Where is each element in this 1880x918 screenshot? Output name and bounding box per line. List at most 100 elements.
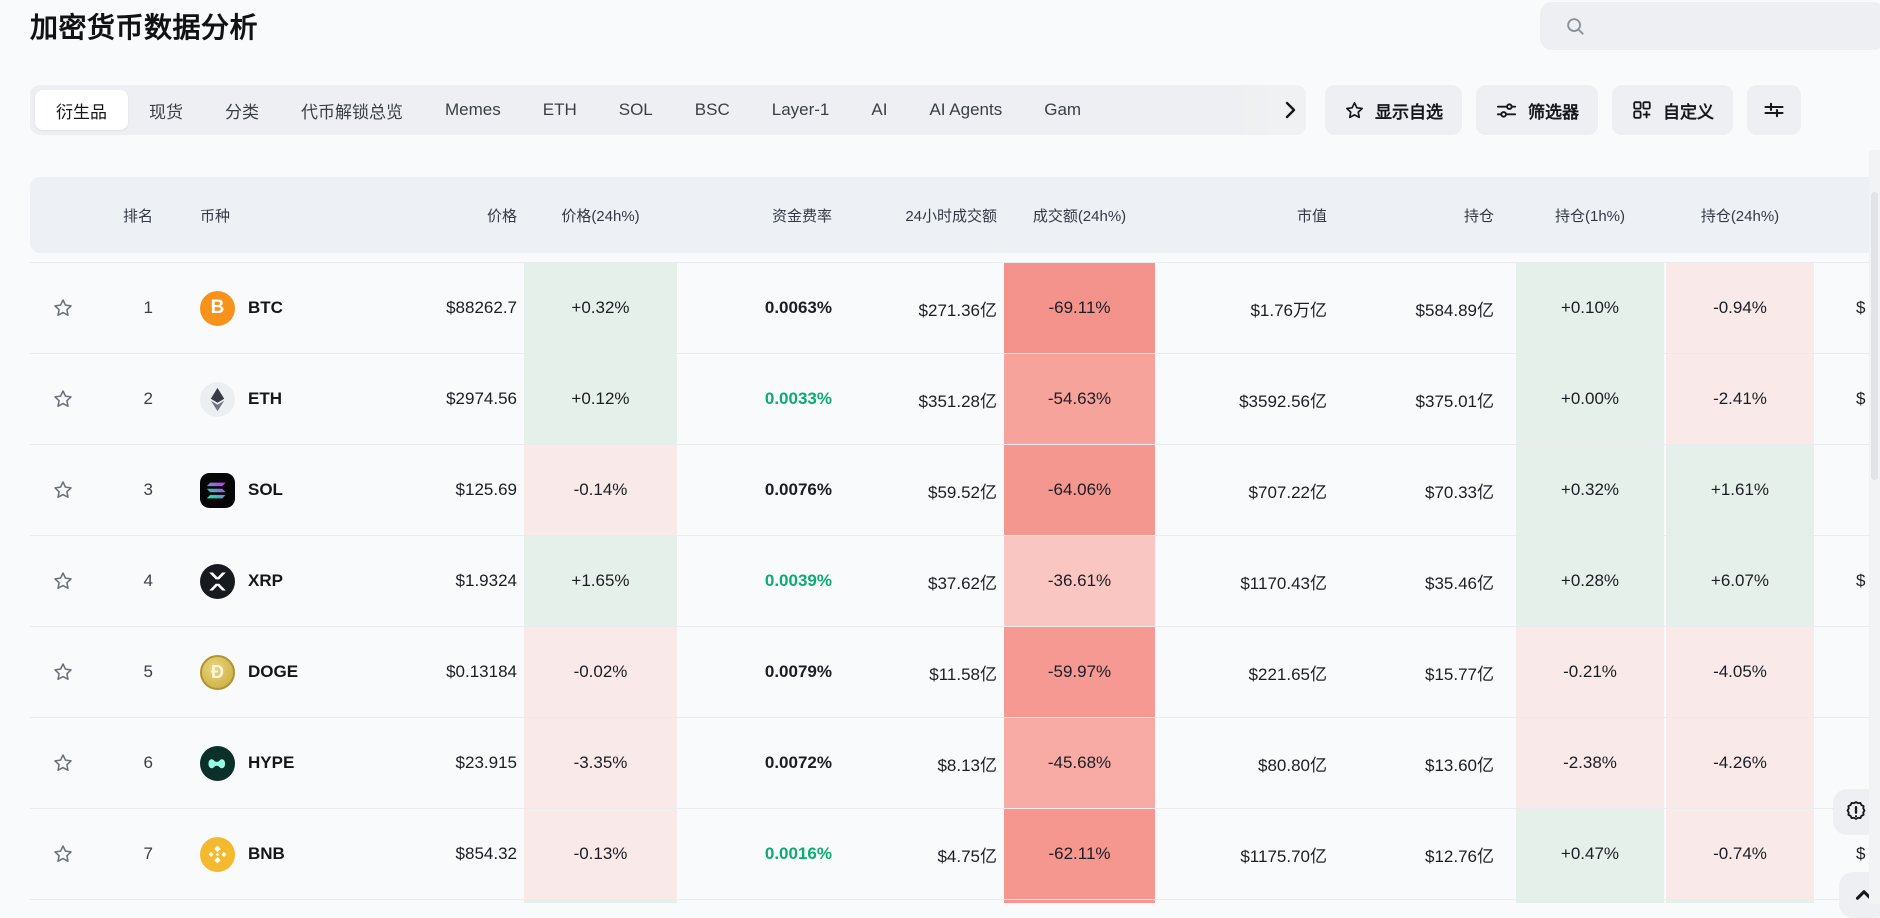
scrollbar-thumb[interactable]	[1871, 192, 1878, 480]
favorite-star-icon[interactable]	[46, 473, 80, 507]
table-header-row: 排名币种价格价格(24h%)资金费率24小时成交额成交额(24h%)市值持仓持仓…	[30, 177, 1880, 253]
star-icon	[1344, 100, 1365, 121]
search-input[interactable]	[1540, 2, 1880, 50]
tab-spot[interactable]: 现货	[128, 90, 204, 130]
open-interest-cell: $70.33亿	[1327, 445, 1494, 535]
funding-rate-cell: 0.0063%	[677, 263, 832, 353]
volume-change-24h-cell: -62.11%	[1004, 809, 1155, 899]
tab-derivatives[interactable]: 衍生品	[35, 90, 128, 130]
favorite-star-icon[interactable]	[46, 837, 80, 871]
volume-change-24h-cell: -59.97%	[1004, 627, 1155, 717]
table-row-xrp[interactable]: 4XRP$1.9324+1.65%0.0039%$37.62亿-36.61%$1…	[30, 535, 1880, 626]
tab-gaming[interactable]: Gam	[1023, 90, 1102, 130]
price-change-24h-cell: -0.14%	[524, 445, 677, 535]
column-header[interactable]: 币种	[165, 177, 370, 253]
gap	[1494, 809, 1516, 899]
coin-cell: SOL	[165, 445, 370, 535]
table-row-bnb[interactable]: 7BNB$854.32-0.13%0.0016%$4.75亿-62.11%$11…	[30, 808, 1880, 899]
tab-ai[interactable]: AI	[850, 90, 908, 130]
gap	[517, 445, 524, 535]
gap	[997, 718, 1004, 808]
oi-change-1h-cell: +0.10%	[1516, 263, 1664, 353]
oi-change-1h-cell: +0.28%	[1516, 536, 1664, 626]
oi-change-24h-cell: +6.07%	[1666, 536, 1814, 626]
volume-24h-cell: $8.13亿	[832, 718, 997, 808]
search-text-field[interactable]	[1596, 17, 1826, 35]
column-header[interactable]: 价格(24h%)	[524, 177, 677, 253]
column-header[interactable]: 价格	[370, 177, 517, 253]
rank-cell: 4	[95, 536, 165, 626]
btc-icon: B	[200, 291, 235, 326]
market-cap-cell: $1.76万亿	[1155, 263, 1327, 353]
filter-button[interactable]: 筛选器	[1476, 85, 1598, 135]
table-row-doge[interactable]: 5ÐDOGE$0.13184-0.02%0.0079%$11.58亿-59.97…	[30, 626, 1880, 717]
table-body: 1BBTC$88262.7+0.32%0.0063%$271.36亿-69.11…	[30, 262, 1880, 903]
customize-button[interactable]: 自定义	[1612, 85, 1733, 135]
price-cell: $1.9324	[370, 536, 517, 626]
table-row-hype[interactable]: 6HYPE$23.915-3.35%0.0072%$8.13亿-45.68%$8…	[30, 717, 1880, 808]
column-header[interactable]: 排名	[95, 177, 165, 253]
market-cap-cell: $221.65亿	[1155, 627, 1327, 717]
coin-cell: HYPE	[165, 718, 370, 808]
table-row-eth[interactable]: 2ETH$2974.56+0.12%0.0033%$351.28亿-54.63%…	[30, 353, 1880, 444]
tabs-scroll-right-icon[interactable]	[1278, 98, 1302, 122]
tab-eth[interactable]: ETH	[522, 90, 598, 130]
coin-symbol: BTC	[248, 298, 283, 318]
column-header[interactable]: 24小时成交额	[832, 177, 997, 253]
doge-icon: Ð	[200, 655, 235, 690]
favorite-star-icon[interactable]	[46, 382, 80, 416]
page-title: 加密货币数据分析	[30, 6, 258, 46]
favorite-cell	[30, 263, 95, 353]
tab-categories[interactable]: 分类	[204, 90, 280, 130]
funding-rate-cell: 0.0039%	[677, 536, 832, 626]
gap	[997, 445, 1004, 535]
column-header[interactable]: 资金费率	[677, 177, 832, 253]
gap	[997, 627, 1004, 717]
price-change-24h-cell: +0.12%	[524, 354, 677, 444]
sol-icon	[200, 473, 235, 508]
table-row-btc[interactable]: 1BBTC$88262.7+0.32%0.0063%$271.36亿-69.11…	[30, 262, 1880, 353]
favorite-star-icon[interactable]	[46, 291, 80, 325]
funding-rate-cell: 0.0016%	[677, 809, 832, 899]
column-settings-button[interactable]	[1747, 85, 1801, 135]
price-change-24h-cell: -3.35%	[524, 718, 677, 808]
rank-cell: 7	[95, 809, 165, 899]
column-header[interactable]: 市值	[1155, 177, 1327, 253]
gap	[517, 263, 524, 353]
tab-sol[interactable]: SOL	[598, 90, 674, 130]
tab-bsc[interactable]: BSC	[674, 90, 751, 130]
volume-24h-cell: $37.62亿	[832, 536, 997, 626]
volume-24h-cell: $271.36亿	[832, 263, 997, 353]
tab-layer-1[interactable]: Layer-1	[751, 90, 851, 130]
coin-symbol: BNB	[248, 844, 285, 864]
show-favorites-label: 显示自选	[1375, 98, 1443, 123]
sliders-icon	[1495, 99, 1518, 122]
gap	[517, 627, 524, 717]
favorite-star-icon[interactable]	[46, 564, 80, 598]
funding-rate-cell: 0.0072%	[677, 718, 832, 808]
favorite-star-icon[interactable]	[46, 746, 80, 780]
column-header[interactable]: 持仓(1h%)	[1516, 177, 1664, 253]
column-header[interactable]: 持仓	[1327, 177, 1494, 253]
show-favorites-button[interactable]: 显示自选	[1325, 85, 1462, 135]
price-change-24h-cell: +1.65%	[524, 536, 677, 626]
tab-ai-agents[interactable]: AI Agents	[908, 90, 1023, 130]
rank-cell: 2	[95, 354, 165, 444]
market-cap-cell: $1175.70亿	[1155, 809, 1327, 899]
gap	[1814, 809, 1822, 899]
price-change-24h-cell: -0.02%	[524, 627, 677, 717]
price-change-24h-cell: +0.32%	[524, 263, 677, 353]
xrp-icon	[200, 564, 235, 599]
rank-cell: 1	[95, 263, 165, 353]
tab-memes[interactable]: Memes	[424, 90, 522, 130]
hype-icon	[200, 746, 235, 781]
open-interest-cell: $584.89亿	[1327, 263, 1494, 353]
gap	[1814, 354, 1822, 444]
favorite-star-icon[interactable]	[46, 655, 80, 689]
column-header[interactable]: 成交额(24h%)	[1004, 177, 1155, 253]
column-header[interactable]: 持仓(24h%)	[1666, 177, 1814, 253]
tab-token-unlocks[interactable]: 代币解锁总览	[280, 90, 424, 130]
coin-symbol: HYPE	[248, 753, 294, 773]
table-row-sol[interactable]: 3SOL$125.69-0.14%0.0076%$59.52亿-64.06%$7…	[30, 444, 1880, 535]
tab-bar: 衍生品现货分类代币解锁总览MemesETHSOLBSCLayer-1AIAI A…	[30, 85, 1306, 135]
